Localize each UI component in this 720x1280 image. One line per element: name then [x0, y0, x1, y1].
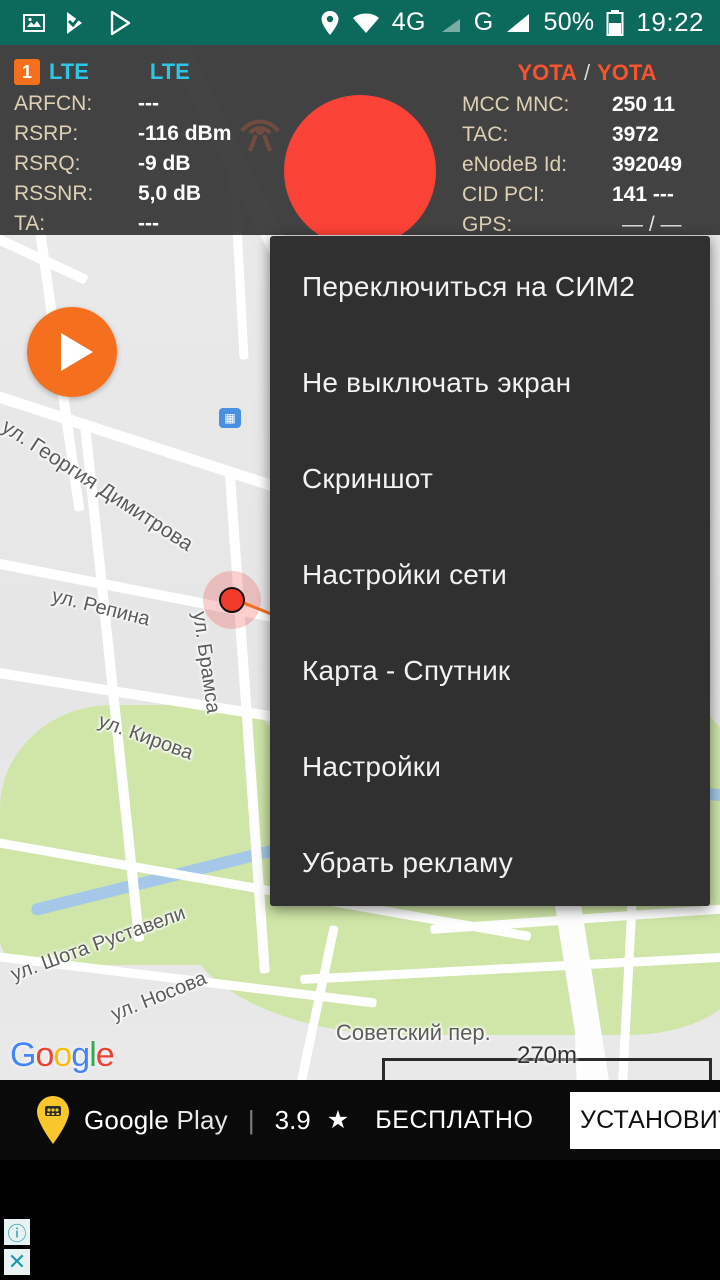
options-popup-menu[interactable]: Переключиться на СИМ2 Не выключать экран… [270, 236, 710, 906]
info-row: eNodeB Id: 392049 [462, 151, 712, 178]
carrier-name-left: YOTA [517, 60, 577, 85]
bottom-black-area [0, 1160, 720, 1280]
sim-slot-badge: 1 [14, 59, 40, 85]
scale-label: 270m [516, 1042, 578, 1069]
info-value: 141 --- [612, 182, 674, 206]
signal-bars-sim1-icon [438, 12, 462, 34]
network-type-label: LTE [49, 59, 89, 84]
info-row: RSRQ: -9 dB [14, 150, 264, 177]
google-play-logo-icon [36, 1095, 70, 1145]
status-right-icons: 4G G 50% 19:22 [320, 7, 720, 38]
info-row: TAC: 3972 [462, 121, 712, 148]
info-icon[interactable]: ⓘ [4, 1219, 30, 1245]
install-button[interactable]: УСТАНОВИТЬ [570, 1091, 720, 1149]
info-key: TAC: [462, 122, 509, 146]
menu-item-network-settings[interactable]: Настройки сети [302, 553, 698, 597]
info-row: ARFCN: --- [14, 90, 264, 117]
info-row: CID PCI: 141 --- [462, 181, 712, 208]
signal-left-column: 1 LTE LTE ARFCN: --- RSRP: -116 dBm RSRQ… [14, 45, 264, 235]
current-location-marker[interactable] [219, 587, 245, 613]
info-key: MCC MNC: [462, 92, 570, 116]
gps-value: — / — [622, 212, 682, 236]
play-store-download-icon [64, 10, 90, 36]
ad-info-group: Google Play | 3.9 ★ БЕСПЛАТНО [0, 1095, 534, 1145]
phone-screen: ▦ ул. Георгия Димитрова ул. Репина ул. Б… [0, 0, 720, 1280]
menu-item-screenshot[interactable]: Скриншот [302, 457, 698, 501]
google-attribution: Google [10, 1036, 115, 1074]
carrier-separator: / [583, 60, 591, 85]
info-value: 3972 [612, 122, 659, 146]
signal-strength-indicator[interactable] [284, 95, 436, 235]
info-value: 250 11 [612, 92, 676, 116]
info-value: --- [138, 91, 159, 115]
carrier-name-right: YOTA [597, 60, 657, 85]
gps-row: GPS: — / — [462, 211, 712, 236]
close-icon[interactable]: ✕ [4, 1249, 30, 1275]
menu-item-map-satellite[interactable]: Карта - Спутник [302, 649, 698, 693]
info-row: TA: --- [14, 210, 264, 235]
info-value: --- [138, 211, 159, 235]
map-scale-bar: 270m [382, 1042, 712, 1080]
battery-percent-label: 50% [543, 8, 595, 36]
info-value: 5,0 dB [138, 181, 202, 205]
menu-item-settings[interactable]: Настройки [302, 745, 698, 789]
menu-item-remove-ads[interactable]: Убрать рекламу [302, 841, 698, 885]
carrier-label: YOTA / YOTA [462, 58, 712, 88]
info-key: TA: [14, 211, 46, 235]
gps-key: GPS: [462, 212, 513, 236]
transit-station-icon[interactable]: ▦ [219, 408, 241, 428]
status-left-icons [0, 10, 134, 36]
screenshot-image-icon [22, 11, 46, 35]
info-key: ARFCN: [14, 91, 93, 115]
star-icon: ★ [326, 1106, 350, 1134]
info-key: eNodeB Id: [462, 152, 568, 176]
signal-bars-sim2-icon [505, 12, 531, 34]
info-row: RSRP: -116 dBm [14, 120, 264, 147]
info-key: RSRP: [14, 121, 79, 145]
info-value: -116 dBm [138, 121, 232, 145]
info-key: RSSNR: [14, 181, 94, 205]
start-logging-button[interactable] [27, 307, 117, 397]
info-key: RSRQ: [14, 151, 81, 175]
advertisement-banner[interactable]: Google Play | 3.9 ★ БЕСПЛАТНО УСТАНОВИТЬ [0, 1080, 720, 1160]
info-row: RSSNR: 5,0 dB [14, 180, 264, 207]
ad-rating-value: 3.9 [274, 1104, 311, 1135]
network-type-g: G [473, 8, 494, 36]
system-status-bar: 4G G 50% 19:22 [0, 0, 720, 45]
info-value: 392049 [612, 152, 683, 176]
signal-info-panel[interactable]: 1 LTE LTE ARFCN: --- RSRP: -116 dBm RSRQ… [0, 45, 720, 235]
network-type-4g: 4G [391, 8, 426, 36]
battery-icon [606, 9, 624, 36]
info-value: -9 dB [138, 151, 191, 175]
menu-item-switch-sim2[interactable]: Переключиться на СИМ2 [302, 265, 698, 309]
play-store-icon [108, 10, 134, 36]
wifi-icon [352, 12, 380, 34]
ad-brand-name: Google Play [84, 1105, 228, 1136]
menu-item-keep-screen-on[interactable]: Не выключать экран [302, 361, 698, 405]
play-triangle-icon [60, 333, 93, 371]
location-pin-icon [320, 10, 340, 36]
ad-brand-google: Google [84, 1104, 170, 1135]
info-key: CID PCI: [462, 182, 545, 206]
ad-divider: | [247, 1104, 255, 1135]
ad-price-label: БЕСПЛАТНО [375, 1105, 534, 1134]
info-row: MCC MNC: 250 11 [462, 91, 712, 118]
signal-right-column: YOTA / YOTA MCC MNC: 250 11 TAC: 3972 eN… [462, 45, 712, 235]
ad-brand-play: Play [169, 1104, 228, 1135]
network-type-label-2: LTE [149, 59, 190, 84]
clock-label: 19:22 [636, 7, 704, 37]
sim-row: 1 LTE LTE [14, 57, 264, 87]
